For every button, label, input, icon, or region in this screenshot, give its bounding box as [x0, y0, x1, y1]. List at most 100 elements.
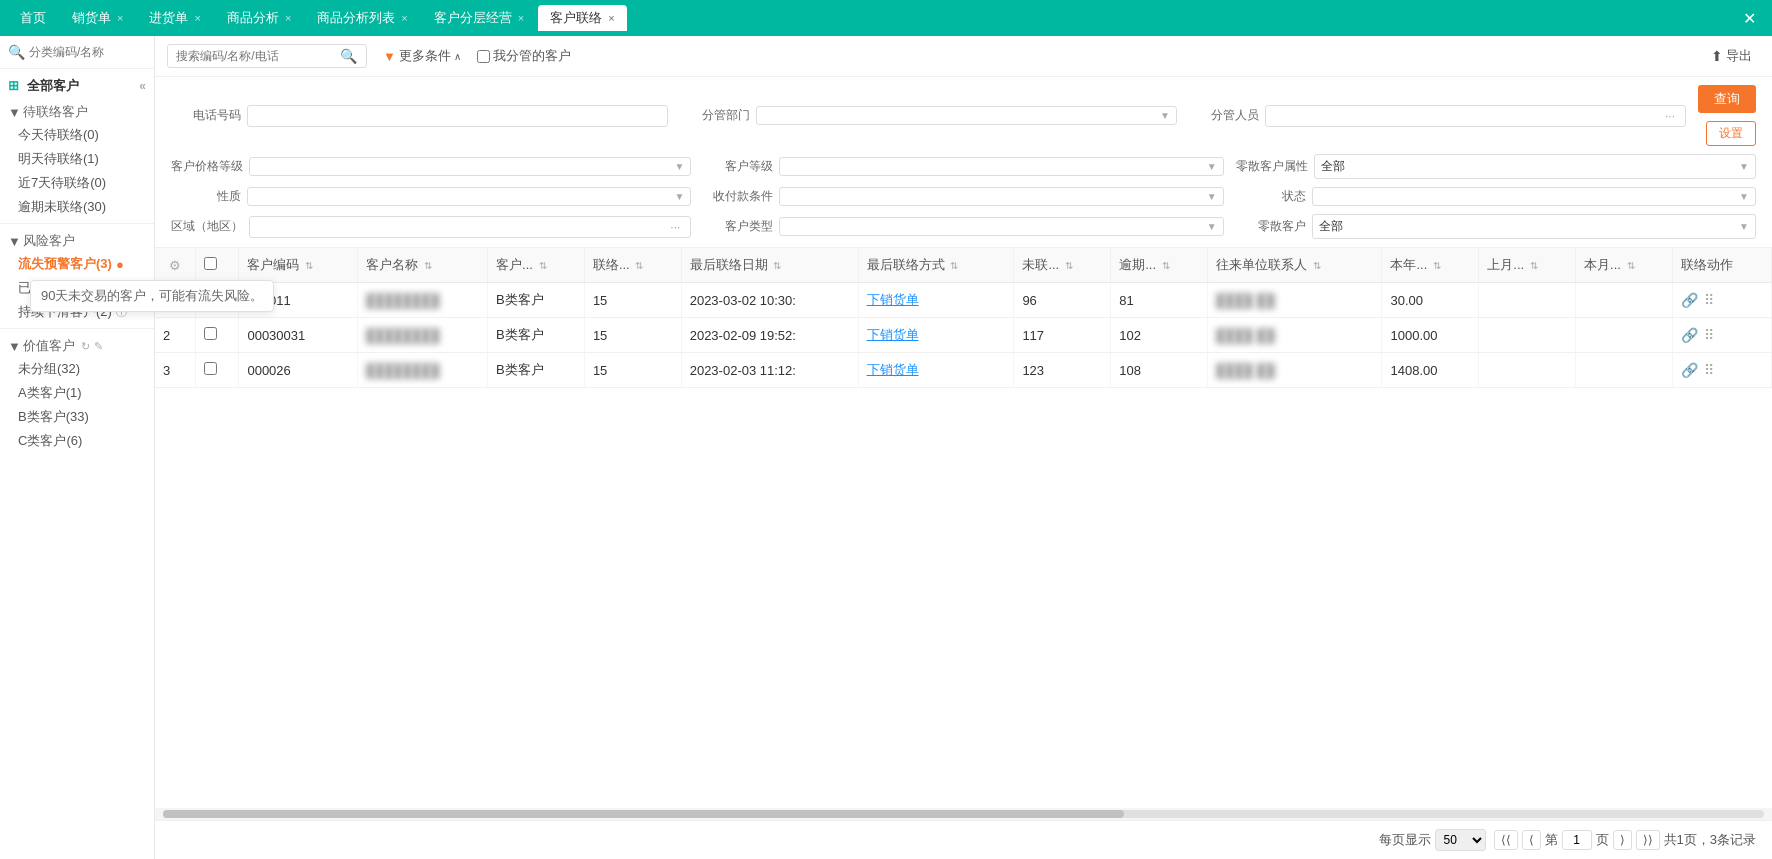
sidebar-item-today-contact[interactable]: 今天待联络(0) — [0, 123, 154, 147]
filter-select-payment[interactable]: ▼ — [779, 187, 1223, 206]
refresh-icon-value[interactable]: ↻ — [81, 340, 90, 353]
filter-select-price-level[interactable]: ▼ — [249, 157, 691, 176]
col-last-contact-date[interactable]: 最后联络日期 ⇅ — [681, 248, 858, 283]
nav-tab-purchaseorder[interactable]: 进货单 × — [137, 5, 212, 31]
edit-icon-value[interactable]: ✎ — [94, 340, 103, 353]
last-page-button[interactable]: ⟩⟩ — [1636, 830, 1660, 850]
filter-select-status[interactable]: ▼ — [1312, 187, 1756, 206]
next-page-button[interactable]: ⟩ — [1613, 830, 1632, 850]
col-this-month[interactable]: 本月... ⇅ — [1576, 248, 1673, 283]
col-last-month[interactable]: 上月... ⇅ — [1479, 248, 1576, 283]
cell-checkbox[interactable] — [196, 318, 239, 353]
close-tab-productlist[interactable]: × — [401, 12, 407, 24]
first-page-button[interactable]: ⟨⟨ — [1494, 830, 1518, 850]
action-link-icon[interactable]: 🔗 — [1681, 362, 1698, 378]
sidebar-all-customers[interactable]: ⊞ 全部客户 « — [0, 69, 154, 99]
filter-select-zero-customer[interactable]: 全部 ▼ — [1312, 214, 1756, 239]
filter-select-nature[interactable]: ▼ — [247, 187, 691, 206]
filter-select-region[interactable]: ··· — [249, 216, 691, 238]
action-more-icon[interactable]: ⠿ — [1704, 327, 1714, 343]
filter-select-dept[interactable]: ▼ — [756, 106, 1177, 125]
sidebar-group-value[interactable]: ▼ 价值客户 ↻ ✎ — [0, 333, 154, 357]
sidebar-item-overdue-contact[interactable]: 逾期未联络(30) — [0, 195, 154, 219]
close-tab-salesorder[interactable]: × — [117, 12, 123, 24]
page-number-input[interactable] — [1562, 830, 1592, 850]
more-btn-region[interactable]: ··· — [666, 220, 684, 234]
cell-unit-contact: ████ ██ — [1207, 283, 1382, 318]
col-overdue[interactable]: 逾期... ⇅ — [1111, 248, 1208, 283]
filter-select-customer-level[interactable]: ▼ — [779, 157, 1223, 176]
action-link-icon[interactable]: 🔗 — [1681, 327, 1698, 343]
nav-tab-customerlayer[interactable]: 客户分层经营 × — [422, 5, 536, 31]
close-tab-customercontact[interactable]: × — [608, 12, 614, 24]
cell-last-method[interactable]: 下销货单 — [858, 353, 1014, 388]
nav-tab-productlist[interactable]: 商品分析列表 × — [305, 5, 419, 31]
table-row: 3 000026 ████████ B类客户 15 2023-02-03 11:… — [155, 353, 1772, 388]
sidebar-item-class-a[interactable]: A类客户(1) — [0, 381, 154, 405]
nav-tab-salesorder[interactable]: 销货单 × — [60, 5, 135, 31]
close-tab-customerlayer[interactable]: × — [518, 12, 524, 24]
col-settings[interactable]: ⚙ — [155, 248, 196, 283]
horizontal-scrollbar[interactable] — [155, 808, 1772, 820]
action-more-icon[interactable]: ⠿ — [1704, 362, 1714, 378]
query-button[interactable]: 查询 — [1698, 85, 1756, 113]
col-code[interactable]: 客户编码 ⇅ — [239, 248, 358, 283]
search-input-wrap[interactable]: 🔍 — [167, 44, 367, 68]
close-tab-productanalysis[interactable]: × — [285, 12, 291, 24]
zero-customer-caret: ▼ — [1739, 221, 1749, 232]
nav-tab-productanalysis[interactable]: 商品分析 × — [215, 5, 303, 31]
sidebar-item-class-b[interactable]: B类客户(33) — [0, 405, 154, 429]
close-tab-purchaseorder[interactable]: × — [194, 12, 200, 24]
sort-icon-this-month: ⇅ — [1627, 260, 1635, 271]
filter-select-zero-attr[interactable]: 全部 ▼ — [1314, 154, 1756, 179]
cell-last-method[interactable]: 下销货单 — [858, 283, 1014, 318]
cell-level: B类客户 — [488, 318, 585, 353]
filter-field-price-level: 客户价格等级 ▼ — [171, 157, 691, 176]
filter-select-customer-type[interactable]: ▼ — [779, 217, 1223, 236]
sidebar-item-class-c[interactable]: C类客户(6) — [0, 429, 154, 453]
col-name[interactable]: 客户名称 ⇅ — [357, 248, 487, 283]
action-more-icon[interactable]: ⠿ — [1704, 292, 1714, 308]
col-last-contact-method[interactable]: 最后联络方式 ⇅ — [858, 248, 1014, 283]
export-button[interactable]: ⬆ 导出 — [1703, 44, 1760, 68]
cell-last-method[interactable]: 下销货单 — [858, 318, 1014, 353]
customer-type-caret: ▼ — [1207, 221, 1217, 232]
sidebar-item-ungrouped[interactable]: 未分组(32) — [0, 357, 154, 381]
prev-page-button[interactable]: ⟨ — [1522, 830, 1541, 850]
per-page-dropdown[interactable]: 50 20 100 — [1435, 829, 1486, 851]
col-level[interactable]: 客户... ⇅ — [488, 248, 585, 283]
sidebar-group-risk[interactable]: ▼ 风险客户 — [0, 228, 154, 252]
filter-input-phone[interactable] — [247, 105, 668, 127]
search-input[interactable] — [176, 49, 336, 63]
window-close-button[interactable]: ✕ — [1735, 9, 1764, 28]
filter-select-person[interactable]: ··· — [1265, 105, 1686, 127]
sidebar-search-input[interactable] — [29, 45, 155, 59]
cell-checkbox[interactable] — [196, 353, 239, 388]
nav-tab-customercontact[interactable]: 客户联络 × — [538, 5, 626, 31]
customers-table: ⚙ 客户编码 ⇅ 客户名称 ⇅ — [155, 248, 1772, 388]
settings-button[interactable]: 设置 — [1706, 121, 1756, 146]
more-filters-button[interactable]: ▼ 更多条件 ∧ — [375, 44, 469, 68]
my-customers-checkbox[interactable] — [477, 50, 490, 63]
sidebar-item-tomorrow-contact[interactable]: 明天待联络(1) — [0, 147, 154, 171]
sidebar-group-pending[interactable]: ▼ 待联络客户 — [0, 99, 154, 123]
payment-caret: ▼ — [1207, 191, 1217, 202]
col-unit-contact[interactable]: 往来单位联系人 ⇅ — [1207, 248, 1382, 283]
col-this-year[interactable]: 本年... ⇅ — [1382, 248, 1479, 283]
sidebar-item-7day-contact[interactable]: 近7天待联络(0) — [0, 171, 154, 195]
grid-icon: ⊞ — [8, 78, 19, 93]
select-all-checkbox[interactable] — [204, 257, 217, 270]
search-icon[interactable]: 🔍 — [340, 48, 357, 64]
sort-icon-last-date: ⇅ — [773, 260, 781, 271]
action-link-icon[interactable]: 🔗 — [1681, 292, 1698, 308]
col-not-contacted[interactable]: 未联... ⇅ — [1014, 248, 1111, 283]
more-btn-person[interactable]: ··· — [1661, 109, 1679, 123]
my-customers-checkbox-label[interactable]: 我分管的客户 — [477, 47, 571, 65]
filter-row-1: 电话号码 分管部门 ▼ 分管人员 ··· — [171, 85, 1756, 146]
col-contact[interactable]: 联络... ⇅ — [584, 248, 681, 283]
scrollbar-thumb[interactable] — [163, 810, 1124, 818]
sidebar-item-churn-warning[interactable]: 流失预警客户(3) ● — [0, 252, 154, 276]
col-checkbox[interactable] — [196, 248, 239, 283]
nav-home[interactable]: 首页 — [8, 5, 58, 31]
table-settings-icon[interactable]: ⚙ — [169, 258, 181, 273]
